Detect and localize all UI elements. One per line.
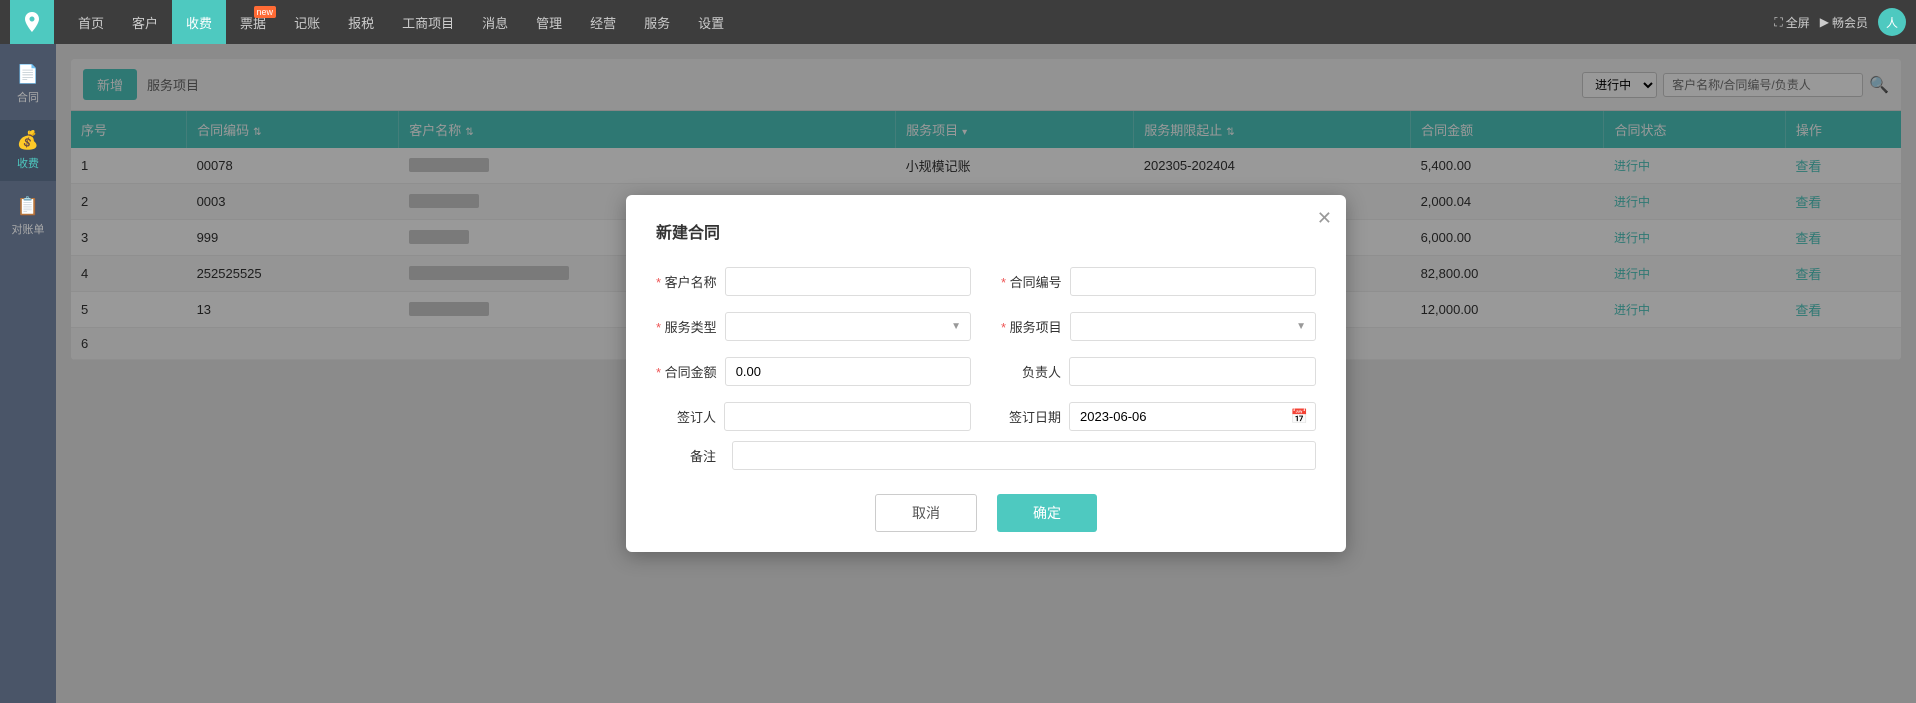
confirm-button[interactable]: 确定: [997, 494, 1097, 532]
sidebar-item-label-statement: 对账单: [12, 221, 45, 237]
sidebar: 📄 合同 💰 收费 📋 对账单: [0, 44, 56, 703]
signer-input[interactable]: [724, 402, 971, 431]
responsible-label: 负责人: [1001, 362, 1061, 381]
form-grid: 客户名称 合同编号 服务类型 ▼: [656, 267, 1316, 431]
sidebar-item-label-contract: 合同: [17, 89, 39, 105]
form-row-responsible: 负责人: [1001, 357, 1316, 386]
modal-footer: 取消 确定: [656, 494, 1316, 532]
sign-date-input[interactable]: [1069, 402, 1316, 431]
contract-no-input[interactable]: [1070, 267, 1316, 296]
nav-fuwu[interactable]: 服务: [630, 0, 684, 44]
service-type-select[interactable]: [725, 312, 971, 341]
form-row-sign-date: 签订日期 📅: [1001, 402, 1316, 431]
modal-overlay: ✕ 新建合同 客户名称 合同编号 服务类型: [56, 44, 1916, 703]
new-badge: new: [254, 6, 277, 18]
service-item-wrap: ▼: [1070, 312, 1316, 341]
nav-baoshui[interactable]: 报税: [334, 0, 388, 44]
sidebar-item-statement[interactable]: 📋 对账单: [0, 186, 56, 247]
sidebar-item-contract[interactable]: 📄 合同: [0, 54, 56, 115]
sidebar-item-fee[interactable]: 💰 收费: [0, 120, 56, 181]
service-item-select[interactable]: [1070, 312, 1316, 341]
avatar[interactable]: 人: [1878, 8, 1906, 36]
customer-name-input[interactable]: [725, 267, 971, 296]
signer-label: 签订人: [656, 407, 716, 426]
member-label: 畅会员: [1832, 14, 1868, 31]
nav-guanli[interactable]: 管理: [522, 0, 576, 44]
form-row-service-item: 服务项目 ▼: [1001, 312, 1316, 341]
top-nav: 首页 客户 收费 票据 new 记账 报税 工商项目 消息 管理 经营 服务 设…: [0, 0, 1916, 44]
contract-no-label: 合同编号: [1001, 272, 1062, 291]
nav-gongshang[interactable]: 工商项目: [388, 0, 468, 44]
nav-customer[interactable]: 客户: [118, 0, 172, 44]
date-input-wrap: 📅: [1069, 402, 1316, 431]
content-area: 新增 服务项目 进行中 已完成 已终止 🔍 序号 合同编: [56, 44, 1916, 703]
statement-icon: 📋: [17, 196, 39, 217]
notes-label: 备注: [656, 446, 716, 465]
nav-piaoju[interactable]: 票据 new: [226, 0, 280, 44]
cancel-button[interactable]: 取消: [875, 494, 977, 532]
top-nav-right: ⛶ 全屏 ▶ 畅会员 人: [1774, 8, 1906, 36]
fee-icon: 💰: [17, 130, 39, 151]
contract-icon: 📄: [17, 64, 39, 85]
sign-date-label: 签订日期: [1001, 407, 1061, 426]
modal-close-button[interactable]: ✕: [1317, 209, 1332, 227]
main-layout: 📄 合同 💰 收费 📋 对账单 新增 服务项目 进行中 已完成 已终止: [0, 44, 1916, 703]
logo: [10, 0, 54, 44]
responsible-input[interactable]: [1069, 357, 1316, 386]
service-item-label: 服务项目: [1001, 317, 1062, 336]
nav-xiaoxi[interactable]: 消息: [468, 0, 522, 44]
sidebar-item-label-fee: 收费: [17, 155, 39, 171]
fullscreen-label: 全屏: [1786, 14, 1810, 31]
form-row-amount: 合同金额: [656, 357, 971, 386]
amount-input[interactable]: [725, 357, 971, 386]
member-icon: ▶: [1820, 15, 1829, 29]
form-row-notes: 备注: [656, 441, 1316, 470]
amount-label: 合同金额: [656, 362, 717, 381]
notes-input[interactable]: [732, 441, 1316, 470]
nav-jingying[interactable]: 经营: [576, 0, 630, 44]
form-row-signer: 签订人: [656, 402, 971, 431]
fullscreen-icon: ⛶: [1774, 15, 1782, 30]
nav-shoufe[interactable]: 收费: [172, 0, 226, 44]
nav-home[interactable]: 首页: [64, 0, 118, 44]
customer-name-label: 客户名称: [656, 272, 717, 291]
service-type-label: 服务类型: [656, 317, 717, 336]
member-button[interactable]: ▶ 畅会员: [1820, 14, 1868, 31]
nav-shezhi[interactable]: 设置: [684, 0, 738, 44]
service-type-wrap: ▼: [725, 312, 971, 341]
modal-title: 新建合同: [656, 219, 1316, 243]
nav-jizhang[interactable]: 记账: [280, 0, 334, 44]
new-contract-modal: ✕ 新建合同 客户名称 合同编号 服务类型: [626, 195, 1346, 552]
form-row-contract-no: 合同编号: [1001, 267, 1316, 296]
form-row-service-type: 服务类型 ▼: [656, 312, 971, 341]
form-row-customer: 客户名称: [656, 267, 971, 296]
fullscreen-button[interactable]: ⛶ 全屏: [1774, 14, 1809, 31]
